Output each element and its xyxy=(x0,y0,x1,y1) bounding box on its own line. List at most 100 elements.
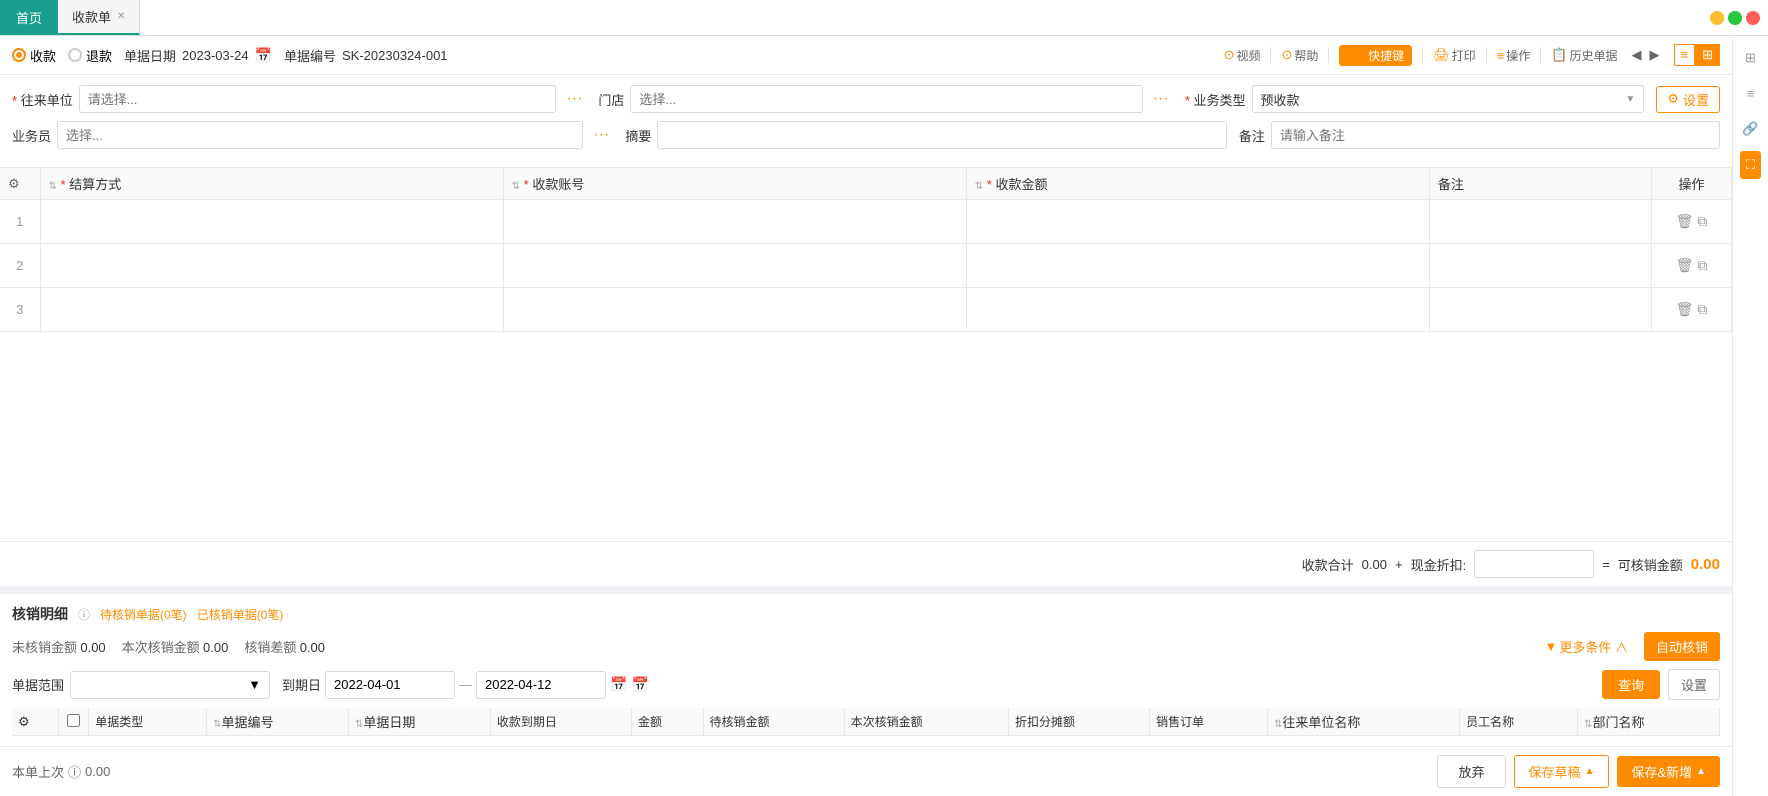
business-type-select[interactable]: 预收款 ▼ xyxy=(1252,85,1645,113)
cell-account-1[interactable] xyxy=(503,200,966,244)
summary-input[interactable] xyxy=(657,121,1226,149)
top-nav: 首页 收款单 ✕ xyxy=(0,0,1768,36)
table-settings-icon[interactable]: ⚙ xyxy=(8,176,20,191)
print-icon: 🖨 xyxy=(1433,47,1450,63)
sidebar-table-icon[interactable]: ⊞ xyxy=(1739,44,1762,72)
salesperson-input[interactable] xyxy=(57,121,583,149)
history-icon: 📋 xyxy=(1551,47,1567,63)
cell-amount-3[interactable] xyxy=(966,288,1429,332)
row-num-2: 2 xyxy=(0,244,40,288)
calendar-icon[interactable]: 📅 xyxy=(255,47,272,64)
save-new-button[interactable]: 保存&新增 ▲ xyxy=(1617,756,1720,787)
radio-receipt[interactable]: 收款 xyxy=(12,46,56,65)
divider5 xyxy=(1540,47,1541,63)
close-button[interactable] xyxy=(1746,11,1760,25)
copy-icon-1[interactable]: ⧉ xyxy=(1697,213,1707,230)
start-calendar-icon[interactable]: 📅 xyxy=(610,676,627,693)
delete-icon-2[interactable]: 🗑 xyxy=(1676,257,1694,274)
form-row-1: * 往来单位 ··· 门店 ··· * 业务类型 预收款 ▼ xyxy=(12,85,1720,113)
tab-label: 收款单 xyxy=(72,7,111,26)
writeoff-settings-button[interactable]: 设置 xyxy=(1668,669,1720,700)
store-input[interactable] xyxy=(630,85,1142,113)
counterparty-input[interactable] xyxy=(79,85,557,113)
video-btn[interactable]: ⊙ 视频 xyxy=(1224,47,1261,64)
note-input[interactable] xyxy=(1271,121,1720,149)
date-range-field: 到期日 — 📅 📅 xyxy=(282,671,649,699)
date-label: 单据日期 xyxy=(124,46,176,65)
cell-account-2[interactable] xyxy=(503,244,966,288)
delete-icon-1[interactable]: 🗑 xyxy=(1676,213,1694,230)
copy-icon-2[interactable]: ⧉ xyxy=(1697,257,1707,274)
equals-label: = xyxy=(1602,557,1610,572)
plus-label: + xyxy=(1395,557,1403,572)
available-label: 可核销金额 xyxy=(1618,555,1683,574)
tab-close-icon[interactable]: ✕ xyxy=(117,11,125,22)
discount-input[interactable] xyxy=(1474,550,1594,578)
footer-info-value: 0.00 xyxy=(85,764,110,779)
home-tab[interactable]: 首页 xyxy=(0,0,58,35)
summary-row: 收款合计 0.00 + 现金折扣: = 可核销金额 0.00 xyxy=(0,541,1732,586)
wcol-amount: 金额 xyxy=(631,708,703,736)
auto-writeoff-button[interactable]: 自动核销 xyxy=(1644,632,1720,661)
operation-btn[interactable]: ≡ 操作 xyxy=(1497,47,1531,64)
range-select[interactable]: ▼ xyxy=(70,671,270,699)
footer-info: 本单上次 ⓘ 0.00 xyxy=(12,762,110,781)
divider1 xyxy=(1270,47,1271,63)
salesperson-field: 业务员 ··· xyxy=(12,121,613,149)
cell-note-3[interactable] xyxy=(1429,288,1651,332)
help-btn[interactable]: ⊙ 帮助 xyxy=(1281,47,1318,64)
col-receipt-account: ⇅ * 收款账号 xyxy=(503,168,966,200)
salesperson-more-icon[interactable]: ··· xyxy=(589,126,613,144)
select-all-checkbox[interactable] xyxy=(67,714,80,727)
business-type-label: * 业务类型 xyxy=(1185,90,1246,109)
date-separator: — xyxy=(459,677,472,692)
pending-tab[interactable]: 待核销单据(0笔) xyxy=(100,606,187,623)
cell-amount-2[interactable] xyxy=(966,244,1429,288)
copy-icon-3[interactable]: ⧉ xyxy=(1697,301,1707,318)
settings-button[interactable]: ⚙ 设置 xyxy=(1656,86,1720,113)
print-btn[interactable]: 🖨 打印 xyxy=(1433,47,1476,64)
writeoff-gear-icon[interactable]: ⚙ xyxy=(18,714,30,729)
sidebar-link-icon[interactable]: 🔗 xyxy=(1736,115,1764,143)
done-tab[interactable]: 已核销单据(0笔) xyxy=(197,606,284,623)
maximize-button[interactable] xyxy=(1728,11,1742,25)
writeoff-header: 核销明细 ⓘ 待核销单据(0笔) 已核销单据(0笔) xyxy=(12,604,1720,624)
view-list-btn[interactable]: ≡ xyxy=(1674,44,1696,66)
view-grid-btn[interactable]: ⊞ xyxy=(1695,44,1720,66)
cell-settle-3[interactable] xyxy=(40,288,503,332)
row-op-icons-2: 🗑 ⧉ xyxy=(1660,257,1723,274)
sidebar-expand-icon[interactable]: ⛶ xyxy=(1740,151,1761,179)
radio-dot-receipt xyxy=(12,48,26,62)
history-btn[interactable]: 📋 历史单据 xyxy=(1551,47,1617,64)
more-conditions-btn[interactable]: ▼ 更多条件 ∧ xyxy=(1544,637,1628,656)
row-num-1: 1 xyxy=(0,200,40,244)
discard-button[interactable]: 放弃 xyxy=(1437,755,1505,788)
cell-settle-2[interactable] xyxy=(40,244,503,288)
query-button[interactable]: 查询 xyxy=(1602,670,1660,699)
due-date-start-input[interactable] xyxy=(325,671,455,699)
counterparty-more-icon[interactable]: ··· xyxy=(562,90,586,108)
stat-unwritten-value: 0.00 xyxy=(80,640,105,655)
footer-info-icon[interactable]: ⓘ xyxy=(68,762,81,781)
writeoff-info-icon[interactable]: ⓘ xyxy=(78,606,90,623)
cell-amount-1[interactable] xyxy=(966,200,1429,244)
radio-refund[interactable]: 退款 xyxy=(68,46,112,65)
sidebar-list-icon[interactable]: ≡ xyxy=(1741,80,1761,107)
window-controls xyxy=(1702,11,1768,25)
minimize-button[interactable] xyxy=(1710,11,1724,25)
delete-icon-3[interactable]: 🗑 xyxy=(1676,301,1694,318)
due-date-end-input[interactable] xyxy=(476,671,606,699)
cell-note-1[interactable] xyxy=(1429,200,1651,244)
nav-prev-btn[interactable]: ◀ xyxy=(1630,45,1644,65)
store-more-icon[interactable]: ··· xyxy=(1149,90,1173,108)
nav-next-btn[interactable]: ▶ xyxy=(1648,45,1662,65)
cell-settle-1[interactable] xyxy=(40,200,503,244)
save-draft-button[interactable]: 保存草稿 ▲ xyxy=(1514,755,1610,788)
shortcut-btn[interactable]: ⌨ 快捷键 xyxy=(1339,45,1412,66)
note-label: 备注 xyxy=(1239,126,1265,145)
note-field: 备注 xyxy=(1239,121,1720,149)
receipt-tab[interactable]: 收款单 ✕ xyxy=(58,0,140,35)
cell-account-3[interactable] xyxy=(503,288,966,332)
cell-note-2[interactable] xyxy=(1429,244,1651,288)
end-calendar-icon[interactable]: 📅 xyxy=(631,676,648,693)
